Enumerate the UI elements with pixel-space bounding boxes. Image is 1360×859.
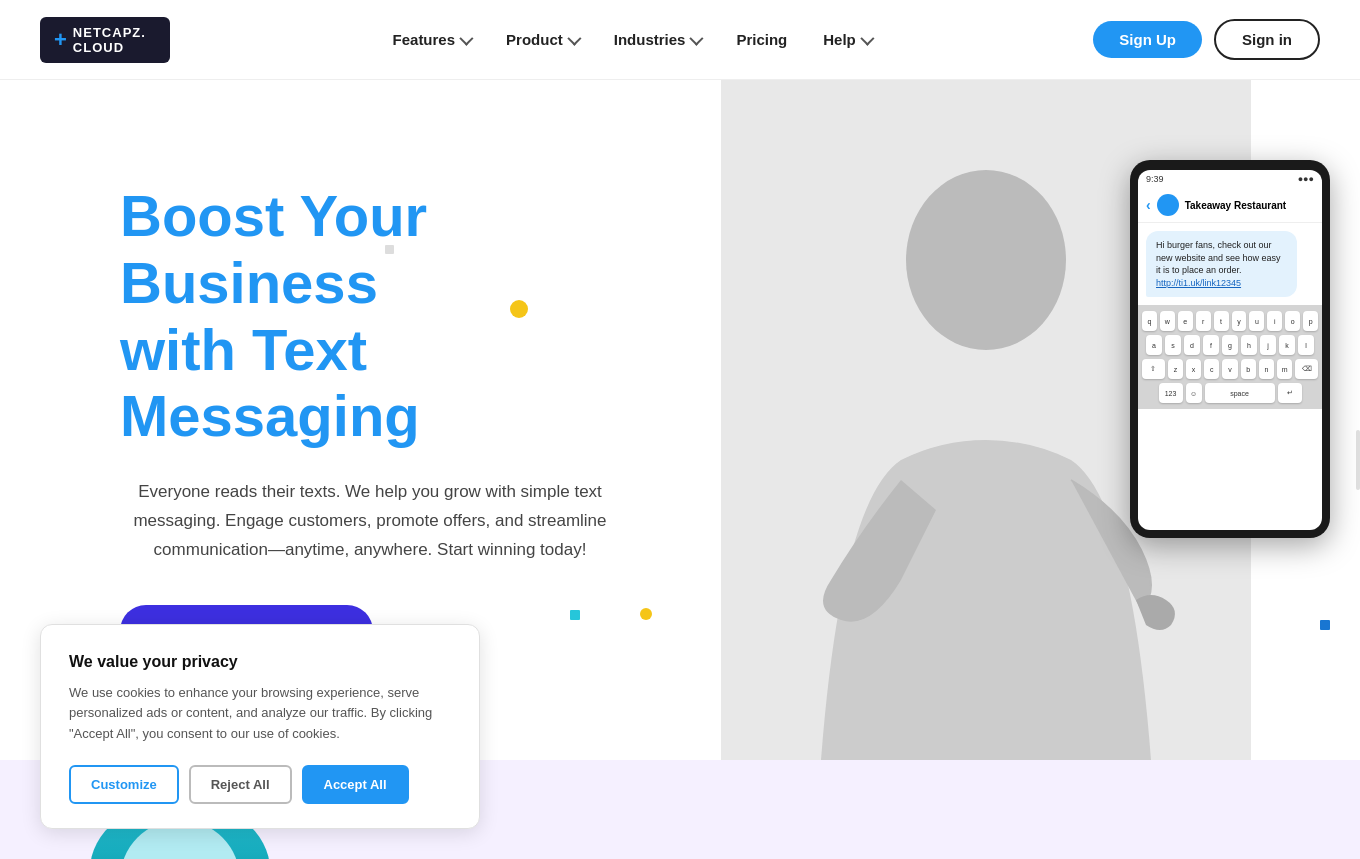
svg-point-1 [906, 170, 1066, 350]
keyboard-row-1: q w e r t y u i o p [1142, 311, 1318, 331]
key-k[interactable]: k [1279, 335, 1295, 355]
hero-title: Boost Your Business with Text Messaging [120, 183, 680, 450]
key-p[interactable]: p [1303, 311, 1318, 331]
nav-item-product[interactable]: Product [492, 21, 592, 58]
reject-all-button[interactable]: Reject All [189, 765, 292, 804]
key-o[interactable]: o [1285, 311, 1300, 331]
customize-button[interactable]: Customize [69, 765, 179, 804]
key-123[interactable]: 123 [1159, 383, 1183, 403]
key-w[interactable]: w [1160, 311, 1175, 331]
key-return[interactable]: ↵ [1278, 383, 1302, 403]
key-z[interactable]: z [1168, 359, 1183, 379]
signin-button[interactable]: Sign in [1214, 19, 1320, 60]
key-s[interactable]: s [1165, 335, 1181, 355]
key-m[interactable]: m [1277, 359, 1292, 379]
nav-item-industries[interactable]: Industries [600, 21, 715, 58]
logo-text: NETCAPZ. CLOUD [73, 25, 146, 55]
key-r[interactable]: r [1196, 311, 1211, 331]
key-h[interactable]: h [1241, 335, 1257, 355]
key-d[interactable]: d [1184, 335, 1200, 355]
key-x[interactable]: x [1186, 359, 1201, 379]
key-emoji[interactable]: ☺ [1186, 383, 1202, 403]
key-y[interactable]: y [1232, 311, 1247, 331]
phone-statusbar: 9:39 ●●● [1138, 170, 1322, 188]
navigation: + NETCAPZ. CLOUD Features Product Indust… [0, 0, 1360, 80]
key-b[interactable]: b [1241, 359, 1256, 379]
chevron-down-icon [459, 31, 473, 45]
nav-item-features[interactable]: Features [379, 21, 485, 58]
keyboard-row-2: a s d f g h j k l [1142, 335, 1318, 355]
nav-item-pricing[interactable]: Pricing [722, 21, 801, 58]
phone-chat-header: ‹ Takeaway Restaurant [1138, 188, 1322, 223]
chat-avatar [1157, 194, 1179, 216]
key-t[interactable]: t [1214, 311, 1229, 331]
nav-links: Features Product Industries Pricing Help [379, 21, 885, 58]
phone-keyboard: q w e r t y u i o p a s d [1138, 305, 1322, 409]
key-n[interactable]: n [1259, 359, 1274, 379]
key-f[interactable]: f [1203, 335, 1219, 355]
keyboard-row-3: ⇧ z x c v b n m ⌫ [1142, 359, 1318, 379]
key-delete[interactable]: ⌫ [1295, 359, 1318, 379]
nav-item-help[interactable]: Help [809, 21, 885, 58]
key-l[interactable]: l [1298, 335, 1314, 355]
hero-content: Boost Your Business with Text Messaging … [120, 183, 680, 656]
chevron-down-icon [860, 31, 874, 45]
hero-image: 9:39 ●●● ‹ Takeaway Restaurant Hi burger… [612, 80, 1360, 760]
key-u[interactable]: u [1249, 311, 1264, 331]
phone-messages: Hi burger fans, check out our new websit… [1138, 223, 1322, 305]
back-icon: ‹ [1146, 197, 1151, 213]
key-space[interactable]: space [1205, 383, 1275, 403]
key-a[interactable]: a [1146, 335, 1162, 355]
phone-screen: 9:39 ●●● ‹ Takeaway Restaurant Hi burger… [1138, 170, 1322, 530]
nav-actions: Sign Up Sign in [1093, 19, 1320, 60]
key-v[interactable]: v [1222, 359, 1237, 379]
cookie-actions: Customize Reject All Accept All [69, 765, 451, 804]
hero-description: Everyone reads their texts. We help you … [120, 478, 620, 565]
key-c[interactable]: c [1204, 359, 1219, 379]
cookie-banner: We value your privacy We use cookies to … [40, 624, 480, 829]
key-j[interactable]: j [1260, 335, 1276, 355]
message-bubble: Hi burger fans, check out our new websit… [1146, 231, 1297, 297]
key-shift[interactable]: ⇧ [1142, 359, 1165, 379]
key-g[interactable]: g [1222, 335, 1238, 355]
accept-all-button[interactable]: Accept All [302, 765, 409, 804]
phone-mockup: 9:39 ●●● ‹ Takeaway Restaurant Hi burger… [1130, 160, 1330, 538]
keyboard-row-4: 123 ☺ space ↵ [1142, 383, 1318, 403]
key-i[interactable]: i [1267, 311, 1282, 331]
key-q[interactable]: q [1142, 311, 1157, 331]
logo-plus-icon: + [54, 29, 67, 51]
chevron-down-icon [690, 31, 704, 45]
chevron-down-icon [567, 31, 581, 45]
signup-button[interactable]: Sign Up [1093, 21, 1202, 58]
key-e[interactable]: e [1178, 311, 1193, 331]
cookie-title: We value your privacy [69, 653, 451, 671]
logo[interactable]: + NETCAPZ. CLOUD [40, 17, 170, 63]
cookie-description: We use cookies to enhance your browsing … [69, 683, 451, 745]
